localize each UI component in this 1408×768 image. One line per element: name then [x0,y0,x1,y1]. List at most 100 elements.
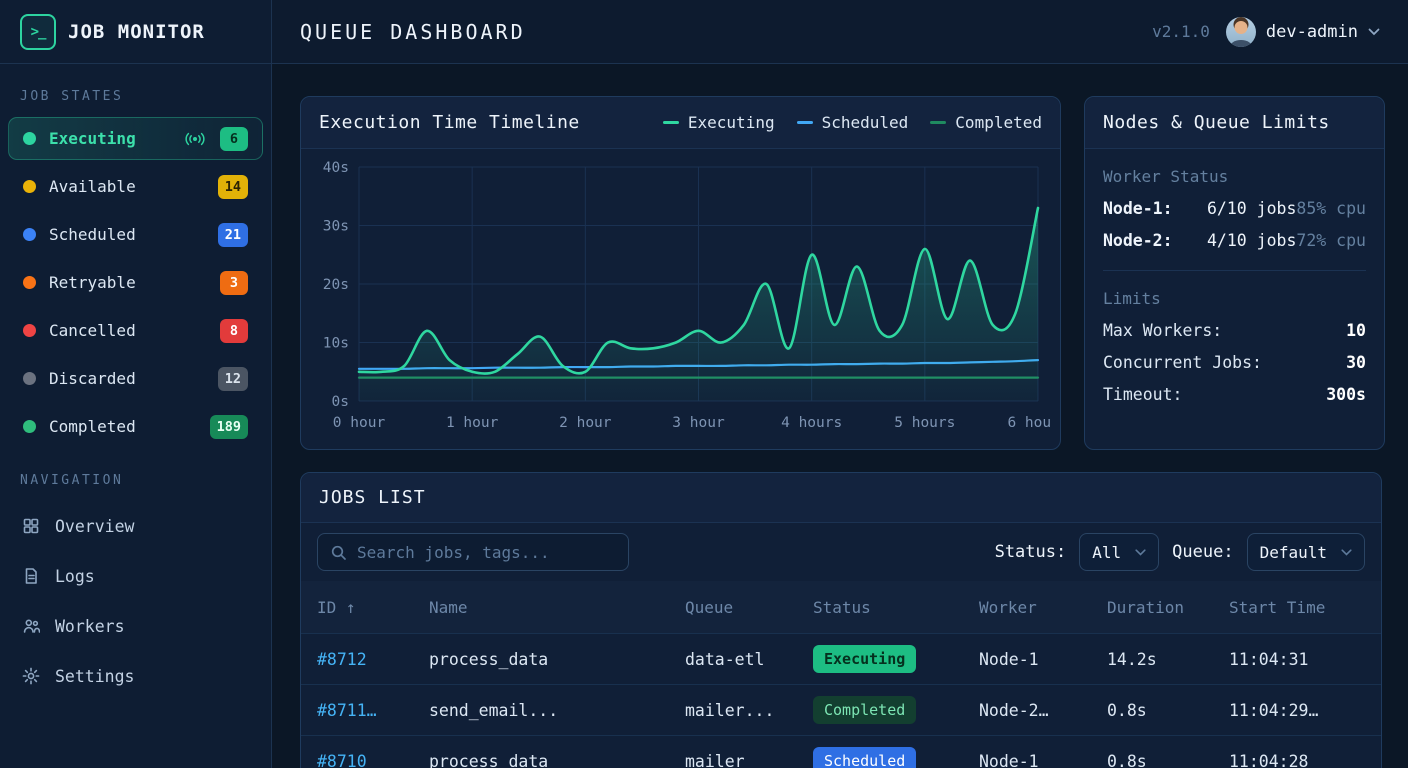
job-id-link[interactable]: #8710 [317,752,429,768]
table-header: ID ↑ Name Queue Status Worker Duration S… [301,581,1381,633]
legend-label: Executing [687,113,775,132]
job-duration: 14.2s [1107,649,1157,669]
job-worker: Node-1 [979,649,1039,669]
status-filter-label: Status: [994,542,1067,562]
legend-label: Completed [955,113,1042,132]
svg-text:0s: 0s [332,394,349,410]
state-label: Available [49,177,136,196]
timeline-chart: 0s 10s 20s 30s 40s 0 hour 1 hour 2 hour 3 hour 4 … [323,160,1069,431]
svg-text:0 hour: 0 hour [333,415,386,431]
legend-completed[interactable]: Completed [930,113,1042,132]
job-queue: mailer... [685,700,775,720]
chevron-down-icon [1135,548,1146,556]
job-worker: Node-1 [979,751,1039,768]
job-queue: data-etl [685,649,765,669]
legend-scheduled[interactable]: Scheduled [796,113,909,132]
status-badge: Scheduled [813,747,917,768]
status-filter-dropdown[interactable]: All [1079,533,1160,571]
navigation-section-label: NAVIGATION [20,473,124,488]
divider [1103,270,1366,271]
state-dot [23,420,36,433]
column-header-name[interactable]: Name [429,598,685,617]
grid-icon [22,517,40,535]
content: Execution Time Timeline Executing Schedu… [272,64,1408,768]
column-header-start-time[interactable]: Start Time [1229,598,1381,617]
job-id-link[interactable]: #8712 [317,650,429,669]
limit-row: Concurrent Jobs: 30 [1103,353,1366,372]
timeline-card: Execution Time Timeline Executing Schedu… [300,96,1069,450]
legend-executing[interactable]: Executing [662,113,775,132]
svg-text:6 hours: 6 hours [1007,415,1052,431]
terminal-logo-icon: >_ [20,13,56,50]
column-header-queue[interactable]: Queue [685,598,813,617]
limit-value: 30 [1346,353,1366,372]
state-item-executing[interactable]: Executing 6 [8,117,263,160]
legend-label: Scheduled [821,113,909,132]
legend-dash-icon [796,121,813,124]
limits-label: Limits [1103,289,1161,308]
state-item-retryable[interactable]: Retryable 3 [8,261,263,304]
job-duration: 0.8s [1107,751,1147,768]
state-count-badge: 8 [220,318,248,343]
queue-filter-label: Queue: [1172,542,1234,562]
state-label: Completed [49,417,136,436]
jobs-card: JOBS LIST Status: All [300,472,1382,768]
limit-row: Timeout: 300s [1103,385,1366,404]
column-header-status[interactable]: Status [813,598,979,617]
state-dot [23,132,36,145]
legend-dash-icon [930,121,947,124]
state-count-badge: 189 [209,414,248,439]
user-menu[interactable]: dev-admin [1225,16,1380,47]
table-row[interactable]: #8710 process_data mailer Scheduled Node… [301,735,1381,768]
state-count-badge: 6 [220,126,248,151]
state-item-completed[interactable]: Completed 189 [8,405,263,448]
state-label: Discarded [49,369,136,388]
nav-item-workers[interactable]: Workers [14,601,257,651]
state-item-available[interactable]: Available 14 [8,165,263,208]
job-id-link[interactable]: #8711… [317,701,429,720]
state-label: Scheduled [49,225,136,244]
state-dot [23,228,36,241]
state-label: Executing [49,129,136,148]
state-item-scheduled[interactable]: Scheduled 21 [8,213,263,256]
live-signal-icon [185,132,205,146]
job-start-time: 11:04:29… [1229,700,1319,720]
state-item-cancelled[interactable]: Cancelled 8 [8,309,263,352]
search-input[interactable] [357,542,616,562]
state-count-badge: 21 [217,222,248,247]
nodes-card-title: Nodes & Queue Limits [1103,112,1330,133]
state-dot [23,180,36,193]
nav-item-overview[interactable]: Overview [14,501,257,551]
job-name: send_email... [429,700,559,720]
queue-filter-dropdown[interactable]: Default [1246,533,1365,571]
table-row[interactable]: #8712 process_data data-etl Executing No… [301,633,1381,684]
jobs-list-title: JOBS LIST [319,487,426,508]
state-item-discarded[interactable]: Discarded 12 [8,357,263,400]
svg-text:4 hours: 4 hours [781,415,842,431]
nav-label: Settings [55,666,135,686]
column-header-duration[interactable]: Duration [1107,598,1229,617]
svg-text:20s: 20s [323,277,349,293]
job-duration: 0.8s [1107,700,1147,720]
nav-item-settings[interactable]: Settings [14,651,257,701]
app-header: >_ JOB MONITOR [0,0,271,64]
limit-name: Timeout: [1103,385,1183,404]
topbar: QUEUE DASHBOARD v2.1.0 dev-admin [272,0,1408,64]
table-row[interactable]: #8711… send_email... mailer... Completed… [301,684,1381,735]
nav-label: Workers [55,616,125,636]
job-worker: Node-2… [979,700,1049,720]
node-cpu: 72% cpu [1296,231,1366,250]
column-header-worker[interactable]: Worker [979,598,1107,617]
logs-icon [22,567,40,585]
worker-status-label: Worker Status [1103,167,1229,186]
job-states-section-label: JOB STATES [20,89,124,104]
state-count-badge: 14 [217,174,248,199]
svg-text:40s: 40s [323,160,349,176]
nav-item-logs[interactable]: Logs [14,551,257,601]
job-name: process_data [429,751,549,768]
username: dev-admin [1265,21,1358,42]
search-box [317,533,629,571]
column-header-id[interactable]: ID ↑ [317,598,429,617]
search-icon [330,544,347,561]
status-filter-value: All [1092,542,1122,562]
